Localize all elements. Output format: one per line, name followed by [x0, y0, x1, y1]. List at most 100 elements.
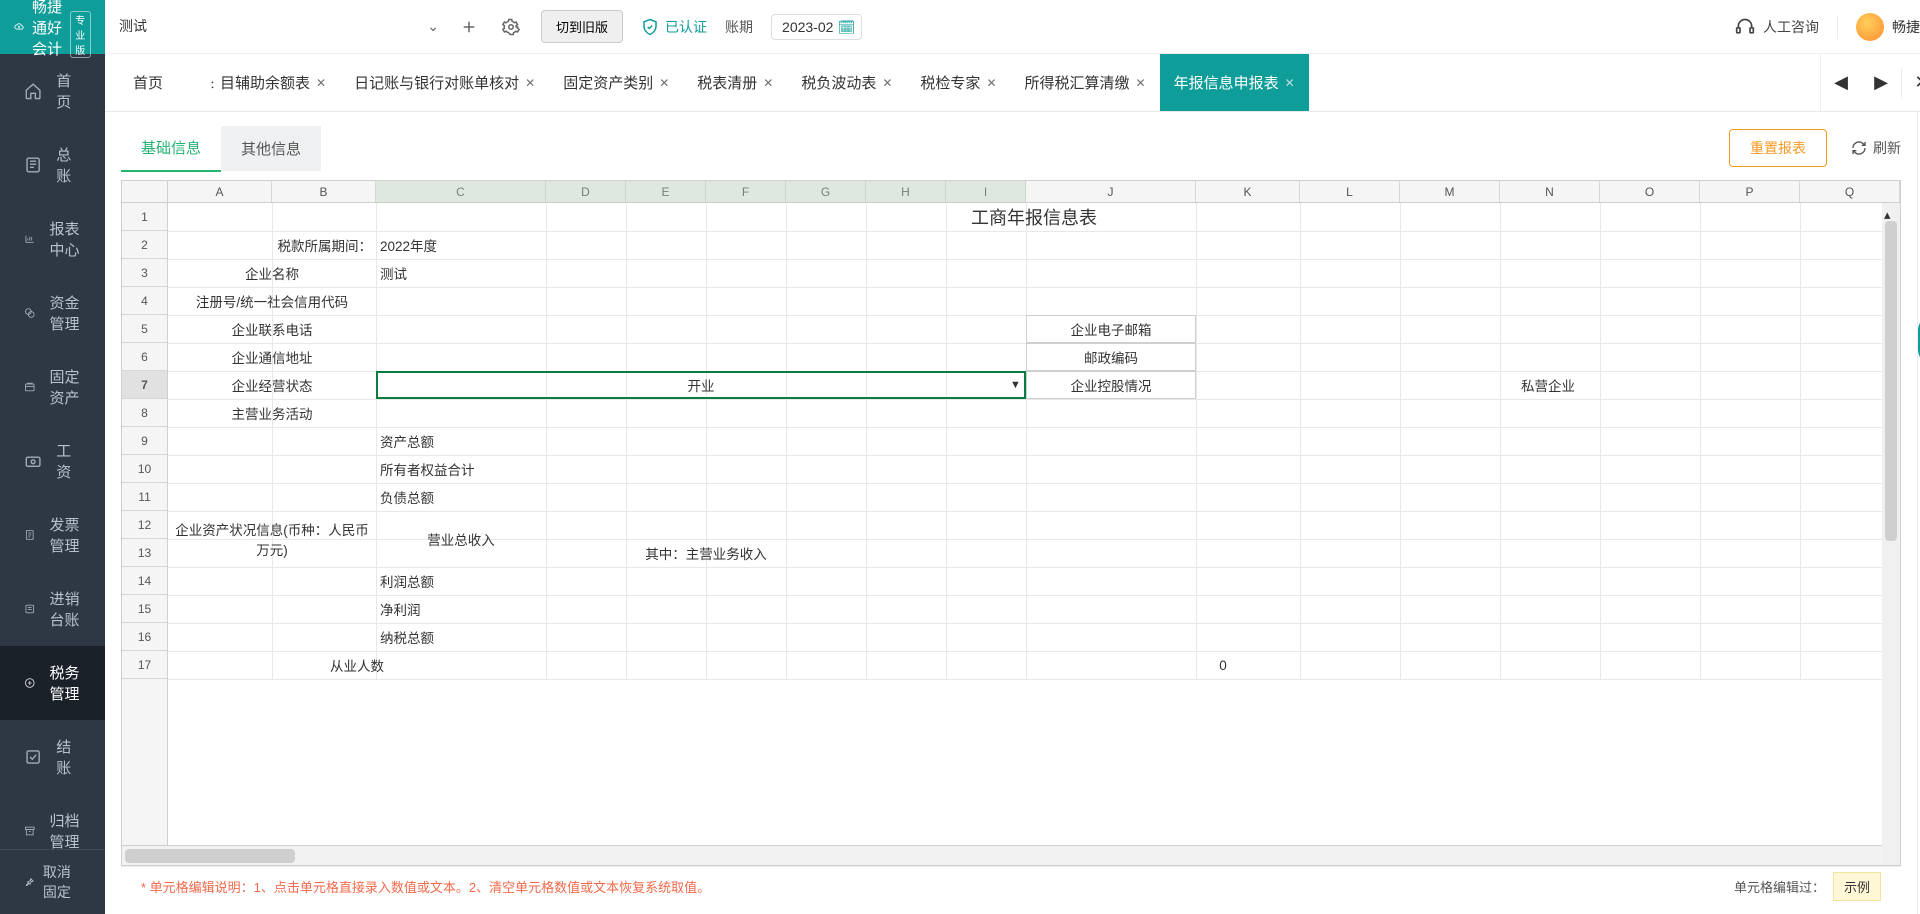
tab-home[interactable]: 首页	[105, 54, 191, 111]
dropdown-caret-icon[interactable]: ▼	[1010, 379, 1021, 391]
col-header-M[interactable]: M	[1400, 181, 1500, 202]
tab-close-icon[interactable]: ✕	[986, 76, 996, 90]
add-button[interactable]	[457, 15, 481, 39]
tab-close-icon[interactable]: ✕	[659, 76, 669, 90]
home-icon	[24, 80, 42, 102]
row-header-14[interactable]: 14	[122, 567, 167, 595]
row-header-11[interactable]: 11	[122, 483, 167, 511]
row-header-15[interactable]: 15	[122, 595, 167, 623]
r16: 纳税总额	[380, 623, 622, 651]
nav-item-5[interactable]: 工资	[0, 424, 105, 498]
tabs-next-button[interactable]: ▶	[1861, 72, 1901, 93]
row-header-12[interactable]: 12	[122, 511, 167, 539]
row-header-8[interactable]: 8	[122, 399, 167, 427]
selection-box[interactable]	[376, 371, 1026, 399]
subtab-basic[interactable]: 基础信息	[121, 125, 221, 172]
row-header-3[interactable]: 3	[122, 259, 167, 287]
topbar: 测试 ⌄ 切到旧版 已认证 账期 2023-02 🗓 人工咨询	[105, 0, 1920, 54]
nav-item-0[interactable]: 首页	[0, 54, 105, 128]
subtab-other[interactable]: 其他信息	[221, 126, 321, 171]
sheet-area: 基础信息 其他信息 重置报表 刷新 ABCDEFGHIJKLMNOPQ	[105, 112, 1917, 914]
col-header-C[interactable]: C	[376, 181, 546, 202]
tab-close-icon[interactable]: ✕	[882, 76, 892, 90]
company-selector[interactable]: 测试 ⌄	[119, 12, 439, 42]
row-header-2[interactable]: 2	[122, 231, 167, 259]
tab-6[interactable]: 所得税汇算清缴✕	[1011, 54, 1160, 111]
support-button[interactable]: 人工咨询	[1735, 17, 1819, 37]
col-header-K[interactable]: K	[1196, 181, 1300, 202]
spreadsheet[interactable]: ABCDEFGHIJKLMNOPQ 1234567891011121314151…	[121, 180, 1901, 866]
col-header-B[interactable]: B	[272, 181, 376, 202]
gear-icon	[502, 18, 520, 36]
pin-icon	[24, 874, 35, 890]
col-header-Q[interactable]: Q	[1800, 181, 1900, 202]
tab-4[interactable]: 税负波动表✕	[787, 54, 906, 111]
row-header-1[interactable]: 1	[122, 203, 167, 231]
r3-label: 企业名称	[172, 259, 372, 287]
tab-close-icon[interactable]: ✕	[316, 76, 326, 90]
col-header-G[interactable]: G	[786, 181, 866, 202]
row-header-10[interactable]: 10	[122, 455, 167, 483]
row-header-5[interactable]: 5	[122, 315, 167, 343]
tab-0[interactable]: ﹕目辅助余额表✕	[191, 54, 340, 111]
nav-item-2[interactable]: 报表中心	[0, 202, 105, 276]
tab-2[interactable]: 固定资产类别✕	[549, 54, 683, 111]
column-headers: ABCDEFGHIJKLMNOPQ	[122, 181, 1900, 203]
tab-1[interactable]: 日记账与银行对账单核对✕	[340, 54, 549, 111]
settings-button[interactable]	[499, 15, 523, 39]
row-header-4[interactable]: 4	[122, 287, 167, 315]
col-header-I[interactable]: I	[946, 181, 1026, 202]
refresh-icon	[1851, 140, 1867, 156]
headset-icon	[1735, 17, 1755, 37]
tab-close-icon[interactable]: ✕	[525, 76, 535, 90]
user-menu[interactable]: 畅捷通B组...	[1856, 13, 1920, 41]
col-header-O[interactable]: O	[1600, 181, 1700, 202]
sheet-title: 工商年报信息表	[172, 203, 1896, 231]
nav-item-8[interactable]: 税务管理	[0, 646, 105, 720]
edited-label: 单元格编辑过：	[1734, 877, 1825, 896]
tab-3[interactable]: 税表清册✕	[683, 54, 787, 111]
nav-item-6[interactable]: 发票管理	[0, 498, 105, 572]
tabs-close-button[interactable]: ✕	[1902, 72, 1920, 93]
row-header-13[interactable]: 13	[122, 539, 167, 567]
vertical-scrollbar[interactable]: ▴	[1882, 203, 1900, 865]
period-label: 账期	[725, 17, 753, 37]
verified-badge: 已认证	[641, 17, 707, 37]
horizontal-scrollbar[interactable]	[122, 845, 1900, 865]
row-header-6[interactable]: 6	[122, 343, 167, 371]
nav-item-3[interactable]: 资金管理	[0, 276, 105, 350]
nav-item-9[interactable]: 结账	[0, 720, 105, 794]
select-all-corner[interactable]	[122, 181, 168, 202]
col-header-N[interactable]: N	[1500, 181, 1600, 202]
refresh-button[interactable]: 刷新	[1851, 138, 1901, 158]
nav-item-4[interactable]: 固定资产	[0, 350, 105, 424]
row-header-9[interactable]: 9	[122, 427, 167, 455]
tab-close-icon[interactable]: ✕	[763, 76, 773, 90]
col-header-D[interactable]: D	[546, 181, 626, 202]
reset-button[interactable]: 重置报表	[1729, 129, 1827, 167]
col-header-E[interactable]: E	[626, 181, 706, 202]
tabs-prev-button[interactable]: ◀	[1821, 72, 1861, 93]
row-header-16[interactable]: 16	[122, 623, 167, 651]
col-header-J[interactable]: J	[1026, 181, 1196, 202]
nav-item-1[interactable]: 总账	[0, 128, 105, 202]
col-header-P[interactable]: P	[1700, 181, 1800, 202]
col-header-F[interactable]: F	[706, 181, 786, 202]
cells[interactable]: 工商年报信息表税款所属期间：2022年度企业名称测试注册号/统一社会信用代码企业…	[168, 203, 1900, 679]
nav-item-10[interactable]: 归档管理	[0, 794, 105, 849]
row-header-7[interactable]: 7	[122, 371, 167, 399]
period-picker[interactable]: 2023-02 🗓	[771, 14, 862, 40]
col-header-H[interactable]: H	[866, 181, 946, 202]
tab-close-icon[interactable]: ✕	[1136, 76, 1146, 90]
tab-5[interactable]: 税检专家✕	[906, 54, 1010, 111]
tab-7[interactable]: 年报信息申报表✕	[1160, 54, 1309, 111]
nav-item-7[interactable]: 进销台账	[0, 572, 105, 646]
tab-close-icon[interactable]: ✕	[1285, 76, 1295, 90]
col-header-L[interactable]: L	[1300, 181, 1400, 202]
pin-toggle[interactable]: 取消固定	[0, 849, 105, 914]
col-header-A[interactable]: A	[168, 181, 272, 202]
switch-old-button[interactable]: 切到旧版	[541, 10, 623, 43]
row-header-17[interactable]: 17	[122, 651, 167, 679]
asset-icon	[24, 376, 36, 398]
close-icon2	[24, 746, 42, 768]
